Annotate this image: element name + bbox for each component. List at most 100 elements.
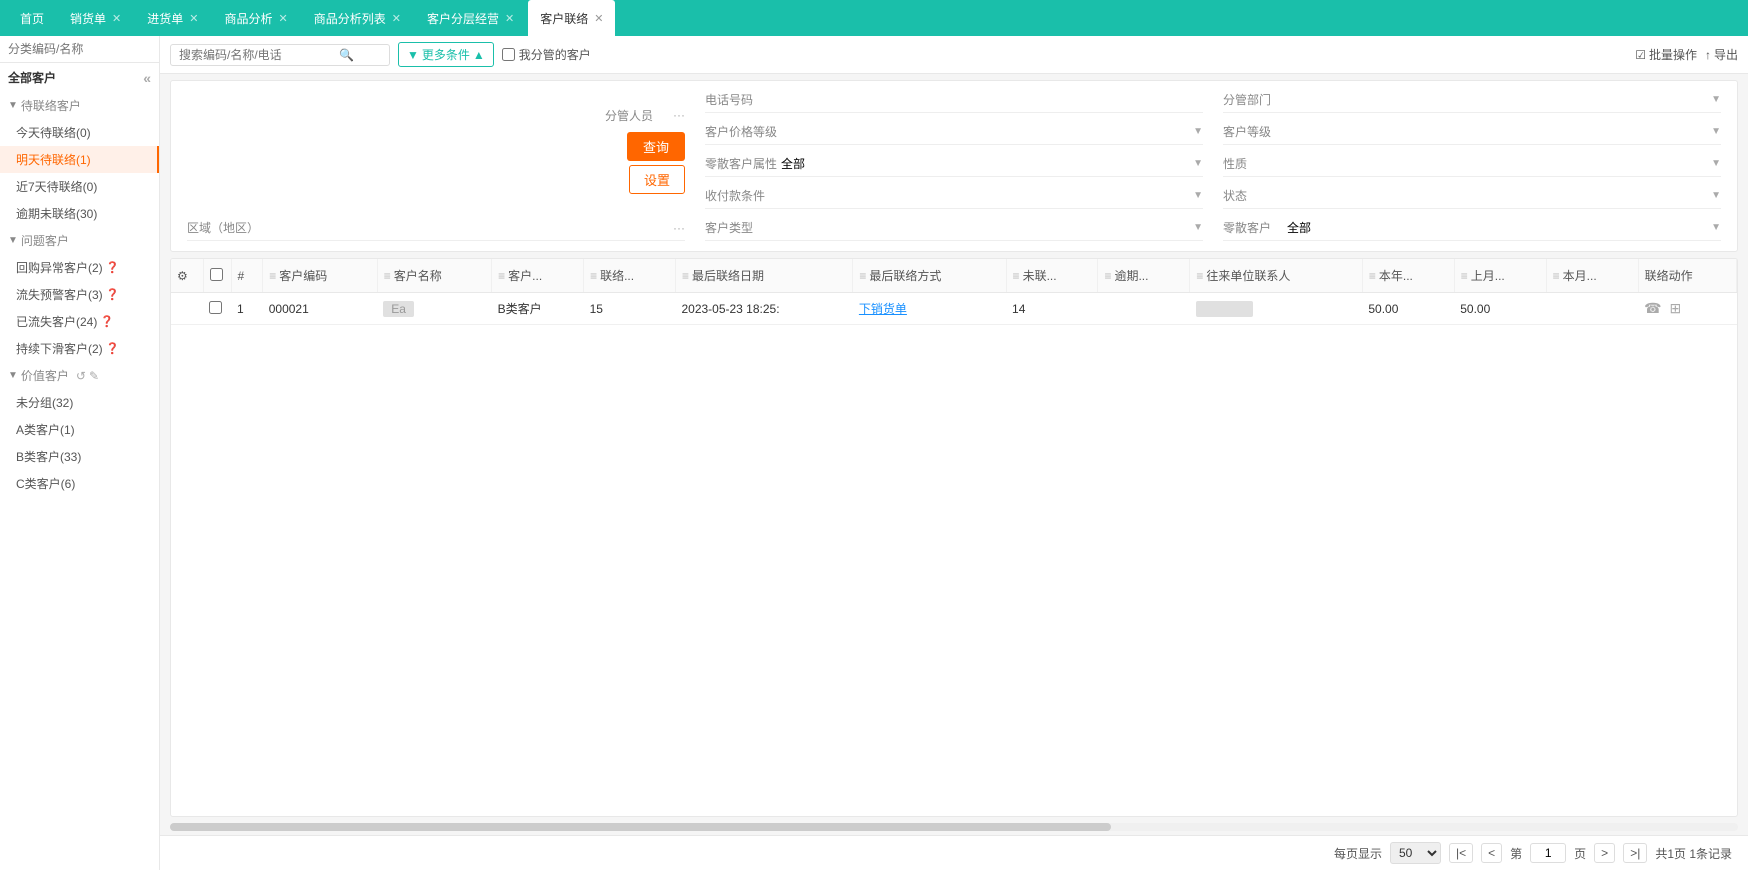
first-page-btn[interactable]: |<	[1449, 843, 1473, 863]
search-icon[interactable]: 🔍	[339, 48, 354, 62]
nav-sales[interactable]: 销货单 ✕	[58, 0, 133, 36]
action-buttons: 分管人员 ··· 查询 设置	[187, 107, 685, 194]
chevron-down-icon-6: ▼	[1193, 190, 1203, 201]
row-not-contacted: 14	[1006, 293, 1098, 325]
nav-product-analysis[interactable]: 商品分析 ✕	[212, 0, 299, 36]
col-company-contact: ≡往来单位联系人	[1190, 259, 1362, 293]
sidebar-group-pending[interactable]: ▼ 待联络客户	[0, 92, 159, 119]
arrow-icon-2: ▼	[8, 235, 18, 246]
sidebar-item-class-c[interactable]: C类客户(6)	[0, 470, 159, 497]
filter-phone: 电话号码	[705, 91, 1203, 113]
edit-icon[interactable]: ✎	[89, 369, 99, 383]
col-type: ≡客户...	[492, 259, 584, 293]
nav-customer-contact[interactable]: 客户联络 ✕	[528, 0, 615, 36]
horizontal-scrollbar[interactable]	[170, 823, 1738, 831]
batch-operation-btn[interactable]: ☑ 批量操作	[1635, 46, 1697, 63]
nav-product-list[interactable]: 商品分析列表 ✕	[302, 0, 413, 36]
sidebar-item-churn-warning[interactable]: 流失预警客户(3) ❓	[0, 281, 159, 308]
filter-retail-customer: 零散客户 全部 ▼	[1223, 219, 1721, 241]
nav-home[interactable]: 首页	[8, 0, 56, 36]
row-code: 000021	[263, 293, 377, 325]
close-sales-icon[interactable]: ✕	[112, 12, 121, 25]
action-grid-icon[interactable]: ⊞	[1670, 300, 1682, 317]
nav-customer-tier[interactable]: 客户分层经营 ✕	[415, 0, 526, 36]
table-footer: 每页显示 50 100 200 |< < 第 页 > >| 共1页 1条记录	[160, 835, 1748, 870]
payment-select[interactable]: ▼	[773, 190, 1203, 201]
sidebar-item-7days[interactable]: 近7天待联络(0)	[0, 173, 159, 200]
page-size-select[interactable]: 50 100 200	[1390, 842, 1441, 864]
nav-purchase[interactable]: 进货单 ✕	[135, 0, 210, 36]
filter-status: 状态 ▼	[1223, 187, 1721, 209]
close-product-analysis-icon[interactable]: ✕	[279, 12, 288, 25]
caret-up-icon: ▲	[473, 48, 485, 62]
search-box: 🔍	[170, 44, 390, 66]
sidebar-item-declining[interactable]: 持续下滑客户(2) ❓	[0, 335, 159, 362]
help-icon-3: ❓	[100, 315, 114, 328]
phone-input[interactable]	[773, 93, 1203, 107]
col-last-contact-date: ≡最后联络日期	[675, 259, 852, 293]
customer-type-select[interactable]: ▼	[773, 222, 1203, 233]
nature-select[interactable]: ▼	[1291, 158, 1721, 169]
export-btn[interactable]: ↑ 导出	[1705, 46, 1738, 63]
close-customer-tier-icon[interactable]: ✕	[505, 12, 514, 25]
sidebar-group-value[interactable]: ▼ 价值客户 ↺ ✎	[0, 362, 159, 389]
filter-region: 区域（地区） ···	[187, 219, 685, 241]
sidebar-item-overdue[interactable]: 逾期未联络(30)	[0, 200, 159, 227]
row-overdue	[1098, 293, 1190, 325]
query-button[interactable]: 查询	[627, 132, 685, 161]
search-input[interactable]	[179, 48, 339, 62]
next-page-btn[interactable]: >	[1594, 843, 1615, 863]
filter-retail-attr: 零散客户属性 全部 ▼	[705, 155, 1203, 177]
my-customers-checkbox[interactable]: 我分管的客户	[502, 46, 591, 63]
setting-button[interactable]: 设置	[629, 165, 685, 194]
col-index: #	[231, 259, 263, 293]
sidebar-item-class-b[interactable]: B类客户(33)	[0, 443, 159, 470]
status-select[interactable]: ▼	[1291, 190, 1721, 201]
more-conditions-btn[interactable]: ▼ 更多条件 ▲	[398, 42, 494, 67]
filter-bar: 🔍 ▼ 更多条件 ▲ 我分管的客户 ☑ 批量操作 ↑ 导出	[160, 36, 1748, 74]
row-last-contact-method[interactable]: 下销货单	[853, 293, 1006, 325]
action-phone-icon[interactable]: ☎	[1644, 300, 1661, 317]
sidebar-item-repurchase-abnormal[interactable]: 回购异常客户(2) ❓	[0, 254, 159, 281]
sidebar-item-churned[interactable]: 已流失客户(24) ❓	[0, 308, 159, 335]
my-customers-check[interactable]	[502, 48, 515, 61]
row-contacts: 15	[584, 293, 676, 325]
dept-select[interactable]: ▼	[1291, 94, 1721, 105]
filter-right: ☑ 批量操作 ↑ 导出	[1635, 46, 1738, 63]
more-icon[interactable]: ···	[673, 108, 685, 122]
scrollbar-thumb[interactable]	[170, 823, 1111, 831]
close-product-list-icon[interactable]: ✕	[392, 12, 401, 25]
sidebar-group-problem[interactable]: ▼ 问题客户	[0, 227, 159, 254]
sidebar-item-class-a[interactable]: A类客户(1)	[0, 416, 159, 443]
row-settings	[171, 293, 203, 325]
price-level-select[interactable]: ▼	[785, 126, 1203, 137]
sidebar-item-today[interactable]: 今天待联络(0)	[0, 119, 159, 146]
retail-attr-select[interactable]: ▼	[809, 158, 1203, 169]
filter-icon: ▼	[407, 48, 419, 62]
chevron-down-icon-8: ▼	[1193, 222, 1203, 233]
row-select-checkbox[interactable]	[209, 301, 222, 314]
page-input[interactable]	[1530, 843, 1566, 863]
last-page-btn[interactable]: >|	[1623, 843, 1647, 863]
chevron-down-icon: ▼	[1711, 94, 1721, 105]
row-this-year: 50.00	[1362, 293, 1454, 325]
col-this-year: ≡本年...	[1362, 259, 1454, 293]
chevron-down-icon-7: ▼	[1711, 190, 1721, 201]
select-all-checkbox[interactable]	[210, 268, 223, 281]
sidebar-collapse-icon[interactable]: «	[143, 70, 151, 86]
sidebar-search-input[interactable]	[8, 42, 160, 56]
sidebar-item-unclassified[interactable]: 未分组(32)	[0, 389, 159, 416]
chevron-down-icon-4: ▼	[1193, 158, 1203, 169]
retail-customer-select[interactable]: ▼	[1315, 222, 1721, 233]
col-settings[interactable]: ⚙	[171, 259, 203, 293]
region-select[interactable]: ···	[267, 221, 685, 235]
filter-person: 分管人员 ···	[605, 107, 685, 128]
close-purchase-icon[interactable]: ✕	[189, 12, 198, 25]
close-customer-contact-icon[interactable]: ✕	[594, 12, 603, 25]
sidebar-item-tomorrow[interactable]: 明天待联络(1)	[0, 146, 159, 173]
prev-page-btn[interactable]: <	[1481, 843, 1502, 863]
sidebar-all-customers[interactable]: 全部客户 «	[0, 63, 159, 92]
settings-icon[interactable]: ⚙	[177, 269, 188, 283]
customer-level-select[interactable]: ▼	[1291, 126, 1721, 137]
refresh-icon[interactable]: ↺	[76, 369, 86, 383]
